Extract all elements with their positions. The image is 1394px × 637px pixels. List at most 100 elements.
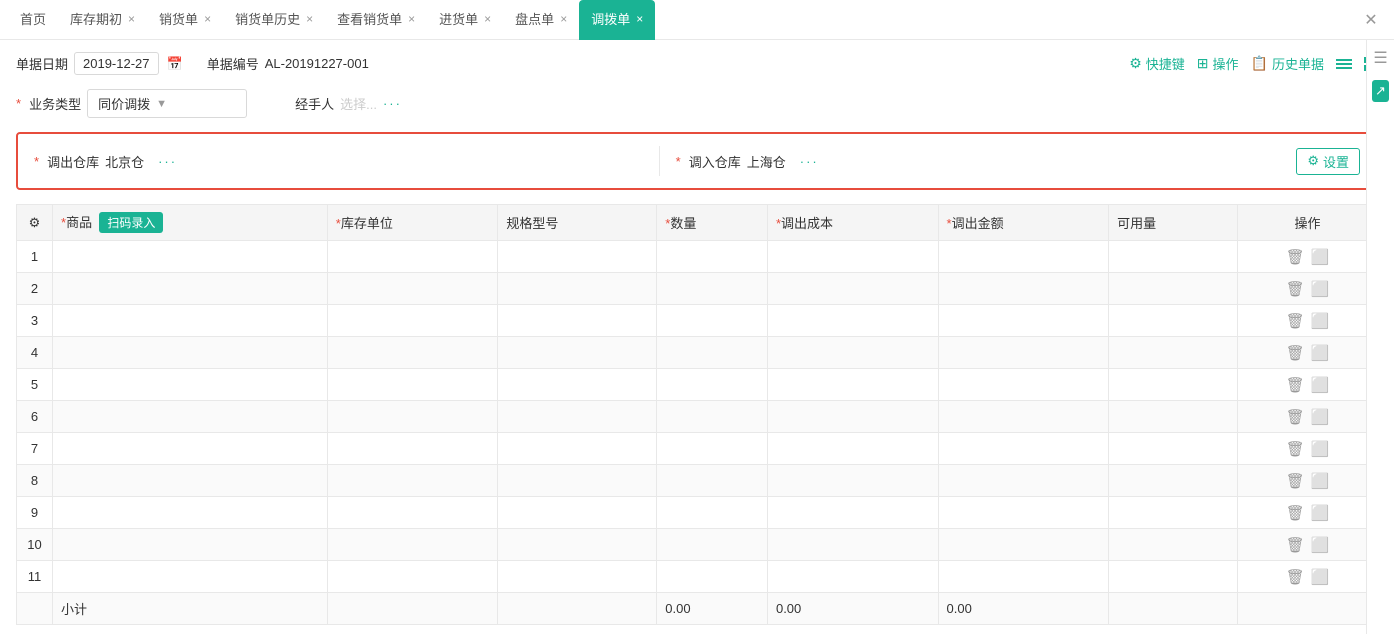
business-type-label: 业务类型 xyxy=(29,94,81,113)
tab-sales-history-close[interactable]: × xyxy=(306,12,313,26)
tab-view-sales-close[interactable]: × xyxy=(408,12,415,26)
delete-icon[interactable]: 🗑 xyxy=(1286,376,1305,394)
delete-icon[interactable]: 🗑 xyxy=(1286,280,1305,298)
setting-btn[interactable]: ⚙ 设置 xyxy=(1296,148,1360,175)
main-content: 单据日期 2019-12-27 📅 单据编号 AL-20191227-001 ⚙… xyxy=(0,40,1394,637)
tab-bar: 首页 库存期初 × 销货单 × 销货单历史 × 查看销货单 × 进货单 × 盘点… xyxy=(0,0,1394,40)
warehouse-in-group: * 调入仓库 上海仓 ··· xyxy=(676,152,1285,171)
copy-icon[interactable]: ⬜ xyxy=(1311,344,1330,362)
tab-view-sales[interactable]: 查看销货单 × xyxy=(325,0,427,40)
setting-label: 设置 xyxy=(1323,152,1349,171)
shortcut-btn[interactable]: ⚙ 快捷键 xyxy=(1129,54,1185,73)
col-unit-header: *库存单位 xyxy=(327,205,498,241)
table-row: 6🗑⬜ xyxy=(17,401,1378,433)
col-setting-icon[interactable]: ⚙ xyxy=(29,215,41,230)
table-wrapper: ⚙ *商品 扫码录入 *库存单位 规格型号 *数量 *调出成本 xyxy=(16,204,1378,625)
tab-transfer-close[interactable]: × xyxy=(636,12,643,26)
delete-icon[interactable]: 🗑 xyxy=(1286,440,1305,458)
tab-transfer[interactable]: 调拨单 × xyxy=(579,0,655,40)
warehouse-out-dots-btn[interactable]: ··· xyxy=(158,154,177,169)
table-row: 9🗑⬜ xyxy=(17,497,1378,529)
table-row: 10🗑⬜ xyxy=(17,529,1378,561)
date-label: 单据日期 xyxy=(16,54,68,73)
tab-sales[interactable]: 销货单 × xyxy=(147,0,223,40)
business-type-select[interactable]: 同价调拨 ▼ xyxy=(87,89,247,118)
tab-stocktake-close[interactable]: × xyxy=(560,12,567,26)
col-setting-header[interactable]: ⚙ xyxy=(17,205,53,241)
person-dots-btn[interactable]: ··· xyxy=(383,96,402,111)
delete-icon[interactable]: 🗑 xyxy=(1286,568,1305,586)
warehouse-in-label: 调入仓库 xyxy=(689,152,741,171)
delete-icon[interactable]: 🗑 xyxy=(1286,536,1305,554)
date-field: 单据日期 2019-12-27 📅 xyxy=(16,52,183,75)
tab-inventory-init[interactable]: 库存期初 × xyxy=(58,0,147,40)
shortcut-label: 快捷键 xyxy=(1146,54,1185,73)
right-panel-export-icon[interactable]: ↗ xyxy=(1372,80,1389,102)
person-field: 经手人 选择... ··· xyxy=(295,94,402,113)
tab-home[interactable]: 首页 xyxy=(8,0,58,40)
date-input[interactable]: 2019-12-27 xyxy=(74,52,159,75)
operation-btn[interactable]: ⊞ 操作 xyxy=(1197,54,1239,73)
copy-icon[interactable]: ⬜ xyxy=(1311,376,1330,394)
subtotal-cost: 0.00 xyxy=(767,593,938,625)
tab-purchase[interactable]: 进货单 × xyxy=(427,0,503,40)
copy-icon[interactable]: ⬜ xyxy=(1311,440,1330,458)
tab-view-sales-label: 查看销货单 xyxy=(337,9,402,28)
subtotal-label: 小计 xyxy=(53,593,328,625)
copy-icon[interactable]: ⬜ xyxy=(1311,472,1330,490)
setting-icon: ⚙ xyxy=(1307,153,1319,169)
subtotal-amount: 0.00 xyxy=(938,593,1109,625)
copy-icon[interactable]: ⬜ xyxy=(1311,568,1330,586)
copy-icon[interactable]: ⬜ xyxy=(1311,312,1330,330)
copy-icon[interactable]: ⬜ xyxy=(1311,504,1330,522)
right-panel-list-icon[interactable]: ☰ xyxy=(1373,48,1387,68)
tab-home-label: 首页 xyxy=(20,9,46,28)
select-arrow-icon: ▼ xyxy=(156,98,167,110)
delete-icon[interactable]: 🗑 xyxy=(1286,408,1305,426)
close-all-tabs[interactable]: ✕ xyxy=(1356,5,1386,35)
tab-sales-history[interactable]: 销货单历史 × xyxy=(223,0,325,40)
table-header-row: ⚙ *商品 扫码录入 *库存单位 规格型号 *数量 *调出成本 xyxy=(17,205,1378,241)
copy-icon[interactable]: ⬜ xyxy=(1311,536,1330,554)
tab-stocktake[interactable]: 盘点单 × xyxy=(503,0,579,40)
warehouse-out-required: * xyxy=(34,154,39,169)
number-value: AL-20191227-001 xyxy=(265,56,369,71)
copy-icon[interactable]: ⬜ xyxy=(1311,408,1330,426)
table-row: 3🗑⬜ xyxy=(17,305,1378,337)
number-label: 单据编号 xyxy=(207,54,259,73)
table-row: 4🗑⬜ xyxy=(17,337,1378,369)
business-type-value: 同价调拨 xyxy=(98,94,150,113)
warehouse-divider xyxy=(659,146,660,176)
table-row: 5🗑⬜ xyxy=(17,369,1378,401)
tab-purchase-close[interactable]: × xyxy=(484,12,491,26)
tab-stocktake-label: 盘点单 xyxy=(515,9,554,28)
delete-icon[interactable]: 🗑 xyxy=(1286,504,1305,522)
tab-transfer-label: 调拨单 xyxy=(591,9,630,28)
col-spec-header: 规格型号 xyxy=(498,205,657,241)
view-toggle-list[interactable] xyxy=(1336,59,1352,69)
tab-inventory-init-close[interactable]: × xyxy=(128,12,135,26)
tab-sales-history-label: 销货单历史 xyxy=(235,9,300,28)
copy-icon[interactable]: ⬜ xyxy=(1311,280,1330,298)
tab-purchase-label: 进货单 xyxy=(439,9,478,28)
delete-icon[interactable]: 🗑 xyxy=(1286,248,1305,266)
history-label: 历史单据 xyxy=(1272,54,1324,73)
business-type-field: * 业务类型 同价调拨 ▼ xyxy=(16,89,247,118)
scan-btn[interactable]: 扫码录入 xyxy=(99,212,163,233)
operation-icon: ⊞ xyxy=(1197,55,1209,72)
table-row: 11🗑⬜ xyxy=(17,561,1378,593)
warehouse-in-value: 上海仓 xyxy=(747,152,786,171)
warehouse-in-dots-btn[interactable]: ··· xyxy=(800,154,819,169)
person-input[interactable]: 选择... xyxy=(340,94,377,113)
right-panel: ☰ ↗ xyxy=(1366,40,1394,634)
delete-icon[interactable]: 🗑 xyxy=(1286,472,1305,490)
copy-icon[interactable]: ⬜ xyxy=(1311,248,1330,266)
col-amount-header: *调出金额 xyxy=(938,205,1109,241)
history-btn[interactable]: 📋 历史单据 xyxy=(1251,54,1324,73)
subtotal-row: 小计 0.00 0.00 0.00 xyxy=(17,593,1378,625)
delete-icon[interactable]: 🗑 xyxy=(1286,312,1305,330)
calendar-icon[interactable]: 📅 xyxy=(167,56,183,72)
warehouse-in-required: * xyxy=(676,154,681,169)
delete-icon[interactable]: 🗑 xyxy=(1286,344,1305,362)
tab-sales-close[interactable]: × xyxy=(204,12,211,26)
